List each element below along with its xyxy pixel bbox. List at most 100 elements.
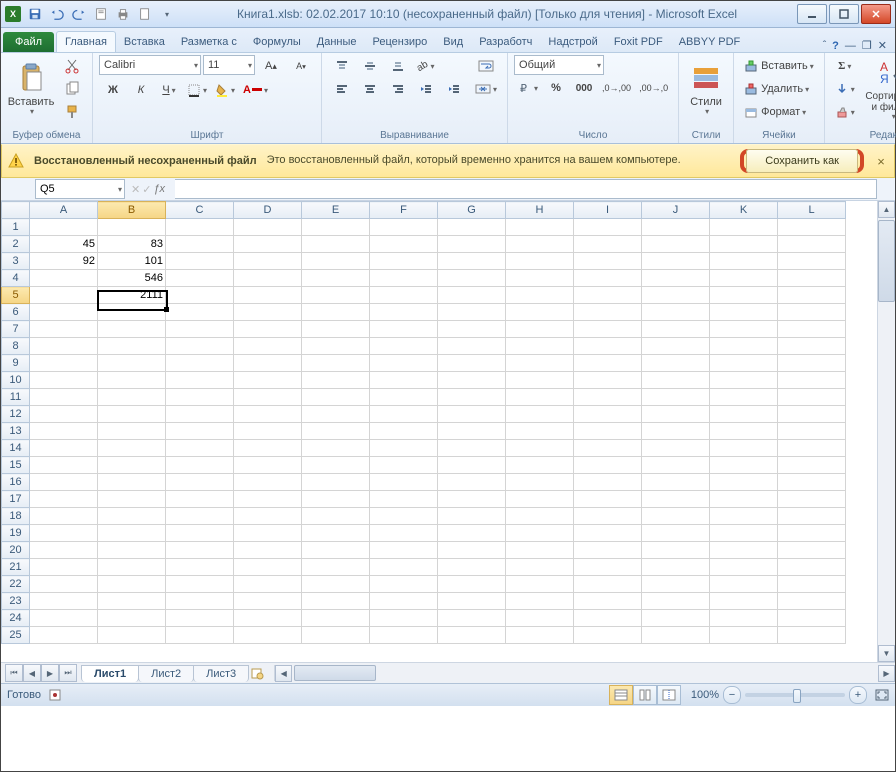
cell-K14[interactable]	[710, 440, 778, 457]
cell-J5[interactable]	[642, 287, 710, 304]
font-color-icon[interactable]: A▾	[239, 79, 272, 101]
cell-H5[interactable]	[506, 287, 574, 304]
cell-C6[interactable]	[166, 304, 234, 321]
row-header-2[interactable]: 2	[2, 236, 30, 253]
cell-G18[interactable]	[438, 508, 506, 525]
cell-J1[interactable]	[642, 219, 710, 236]
cell-B15[interactable]	[98, 457, 166, 474]
cell-G4[interactable]	[438, 270, 506, 287]
cell-H20[interactable]	[506, 542, 574, 559]
cell-H3[interactable]	[506, 253, 574, 270]
cell-H7[interactable]	[506, 321, 574, 338]
cell-K19[interactable]	[710, 525, 778, 542]
cell-D23[interactable]	[234, 593, 302, 610]
cell-D3[interactable]	[234, 253, 302, 270]
cell-C2[interactable]	[166, 236, 234, 253]
fx-icon[interactable]: ƒx	[153, 183, 165, 195]
save-as-button[interactable]: Сохранить как	[746, 149, 858, 173]
sheet-nav-prev-icon[interactable]: ◀	[23, 664, 41, 682]
cell-A22[interactable]	[30, 576, 98, 593]
autosum-icon[interactable]: Σ▾	[831, 55, 859, 77]
worksheet-grid[interactable]: ABCDEFGHIJKL1245833921014546521116789101…	[1, 201, 895, 662]
cell-A21[interactable]	[30, 559, 98, 576]
cell-D8[interactable]	[234, 338, 302, 355]
horizontal-scrollbar[interactable]: ◀ ▶	[274, 665, 895, 681]
cell-E23[interactable]	[302, 593, 370, 610]
cell-C24[interactable]	[166, 610, 234, 627]
cell-F14[interactable]	[370, 440, 438, 457]
cell-B13[interactable]	[98, 423, 166, 440]
percent-icon[interactable]: %	[542, 77, 570, 99]
cell-C15[interactable]	[166, 457, 234, 474]
cell-L9[interactable]	[778, 355, 846, 372]
cell-H2[interactable]	[506, 236, 574, 253]
cell-A8[interactable]	[30, 338, 98, 355]
cell-B10[interactable]	[98, 372, 166, 389]
format-painter-icon[interactable]	[58, 101, 86, 123]
sheet-tab-active[interactable]: Лист1	[81, 665, 139, 682]
cell-I12[interactable]	[574, 406, 642, 423]
cell-A15[interactable]	[30, 457, 98, 474]
tab-home[interactable]: Главная	[56, 31, 116, 52]
cell-J18[interactable]	[642, 508, 710, 525]
cell-B24[interactable]	[98, 610, 166, 627]
bold-icon[interactable]: Ж	[99, 79, 127, 101]
sheet-tab-2[interactable]: Лист2	[138, 665, 194, 682]
wrap-text-icon[interactable]	[471, 55, 501, 77]
cell-E17[interactable]	[302, 491, 370, 508]
cell-F23[interactable]	[370, 593, 438, 610]
cell-E13[interactable]	[302, 423, 370, 440]
number-format-select[interactable]: Общий	[514, 55, 604, 75]
cell-L25[interactable]	[778, 627, 846, 644]
cell-D7[interactable]	[234, 321, 302, 338]
cell-B4[interactable]: 546	[98, 270, 166, 287]
cell-E21[interactable]	[302, 559, 370, 576]
cell-B22[interactable]	[98, 576, 166, 593]
cell-D16[interactable]	[234, 474, 302, 491]
cell-F10[interactable]	[370, 372, 438, 389]
cell-C12[interactable]	[166, 406, 234, 423]
tab-developer[interactable]: Разработч	[471, 32, 540, 52]
cell-C21[interactable]	[166, 559, 234, 576]
cell-D12[interactable]	[234, 406, 302, 423]
cell-E24[interactable]	[302, 610, 370, 627]
row-header-1[interactable]: 1	[2, 219, 30, 236]
cell-L14[interactable]	[778, 440, 846, 457]
cell-D4[interactable]	[234, 270, 302, 287]
view-page-break-icon[interactable]	[657, 685, 681, 705]
cell-J14[interactable]	[642, 440, 710, 457]
name-box[interactable]: Q5	[35, 179, 125, 199]
cell-A24[interactable]	[30, 610, 98, 627]
cell-I3[interactable]	[574, 253, 642, 270]
cell-D9[interactable]	[234, 355, 302, 372]
cell-F12[interactable]	[370, 406, 438, 423]
cell-G19[interactable]	[438, 525, 506, 542]
cell-J24[interactable]	[642, 610, 710, 627]
italic-icon[interactable]: К	[127, 79, 155, 101]
cell-E1[interactable]	[302, 219, 370, 236]
row-header-8[interactable]: 8	[2, 338, 30, 355]
tab-review[interactable]: Рецензиро	[365, 32, 436, 52]
tab-layout[interactable]: Разметка с	[173, 32, 245, 52]
cell-D21[interactable]	[234, 559, 302, 576]
cell-K1[interactable]	[710, 219, 778, 236]
cell-F5[interactable]	[370, 287, 438, 304]
doc-close-icon[interactable]: ✕	[878, 39, 887, 52]
cell-G14[interactable]	[438, 440, 506, 457]
print-icon[interactable]	[113, 4, 133, 24]
cell-L16[interactable]	[778, 474, 846, 491]
cell-H11[interactable]	[506, 389, 574, 406]
tab-file[interactable]: Файл	[3, 32, 54, 52]
cell-A20[interactable]	[30, 542, 98, 559]
clear-icon[interactable]: ▾	[831, 101, 859, 123]
cell-A10[interactable]	[30, 372, 98, 389]
cell-F21[interactable]	[370, 559, 438, 576]
cell-G12[interactable]	[438, 406, 506, 423]
row-header-17[interactable]: 17	[2, 491, 30, 508]
cell-I21[interactable]	[574, 559, 642, 576]
cell-E15[interactable]	[302, 457, 370, 474]
column-header-H[interactable]: H	[506, 202, 574, 219]
cell-F7[interactable]	[370, 321, 438, 338]
row-header-25[interactable]: 25	[2, 627, 30, 644]
cell-I9[interactable]	[574, 355, 642, 372]
